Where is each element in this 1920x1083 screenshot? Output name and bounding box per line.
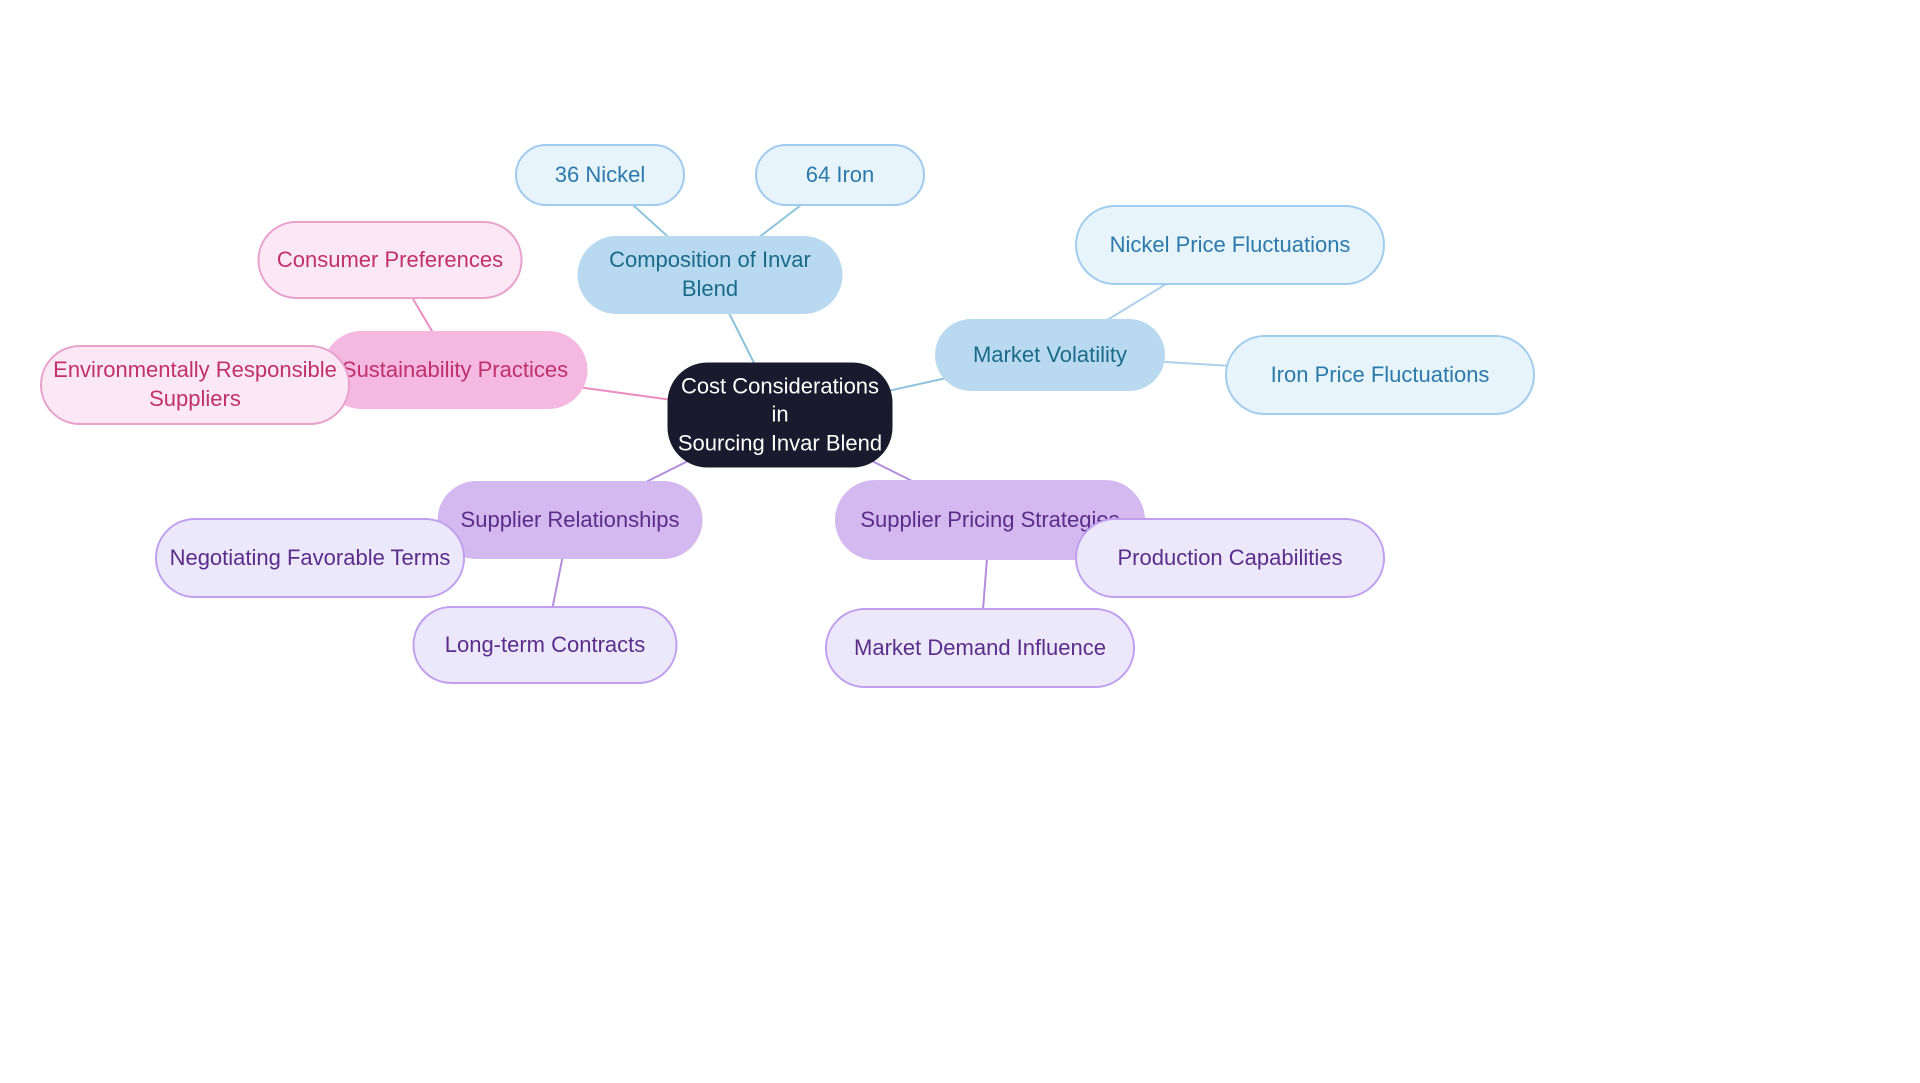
node-nickel[interactable]: 36 Nickel (515, 144, 685, 206)
node-neg-terms[interactable]: Negotiating Favorable Terms (155, 518, 465, 598)
node-label-central: Cost Considerations in Sourcing Invar Bl… (668, 372, 893, 458)
node-label-neg-terms: Negotiating Favorable Terms (162, 544, 459, 573)
node-env-suppliers[interactable]: Environmentally Responsible Suppliers (40, 345, 350, 425)
node-label-nickel-price: Nickel Price Fluctuations (1102, 231, 1359, 260)
mindmap-container: Cost Considerations in Sourcing Invar Bl… (0, 0, 1920, 1083)
node-iron-price[interactable]: Iron Price Fluctuations (1225, 335, 1535, 415)
node-label-production-cap: Production Capabilities (1109, 544, 1350, 573)
node-nickel-price[interactable]: Nickel Price Fluctuations (1075, 205, 1385, 285)
node-composition[interactable]: Composition of Invar Blend (578, 236, 843, 314)
node-label-composition: Composition of Invar Blend (578, 246, 843, 303)
node-market-demand[interactable]: Market Demand Influence (825, 608, 1135, 688)
node-production-cap[interactable]: Production Capabilities (1075, 518, 1385, 598)
node-sustainability[interactable]: Sustainability Practices (323, 331, 588, 409)
node-market-volatility[interactable]: Market Volatility (935, 319, 1165, 391)
node-label-market-demand: Market Demand Influence (846, 634, 1114, 663)
node-label-market-volatility: Market Volatility (965, 341, 1135, 370)
node-consumer-prefs[interactable]: Consumer Preferences (258, 221, 523, 299)
node-label-long-term: Long-term Contracts (437, 631, 654, 660)
node-label-sustainability: Sustainability Practices (334, 356, 576, 385)
node-label-supplier-relationships: Supplier Relationships (453, 506, 688, 535)
node-central[interactable]: Cost Considerations in Sourcing Invar Bl… (668, 363, 893, 468)
node-label-iron-price: Iron Price Fluctuations (1263, 361, 1498, 390)
node-long-term[interactable]: Long-term Contracts (413, 606, 678, 684)
node-iron[interactable]: 64 Iron (755, 144, 925, 206)
node-supplier-relationships[interactable]: Supplier Relationships (438, 481, 703, 559)
node-label-env-suppliers: Environmentally Responsible Suppliers (45, 356, 345, 413)
node-label-iron: 64 Iron (798, 161, 883, 190)
node-label-nickel: 36 Nickel (547, 161, 653, 190)
node-label-consumer-prefs: Consumer Preferences (269, 246, 511, 275)
